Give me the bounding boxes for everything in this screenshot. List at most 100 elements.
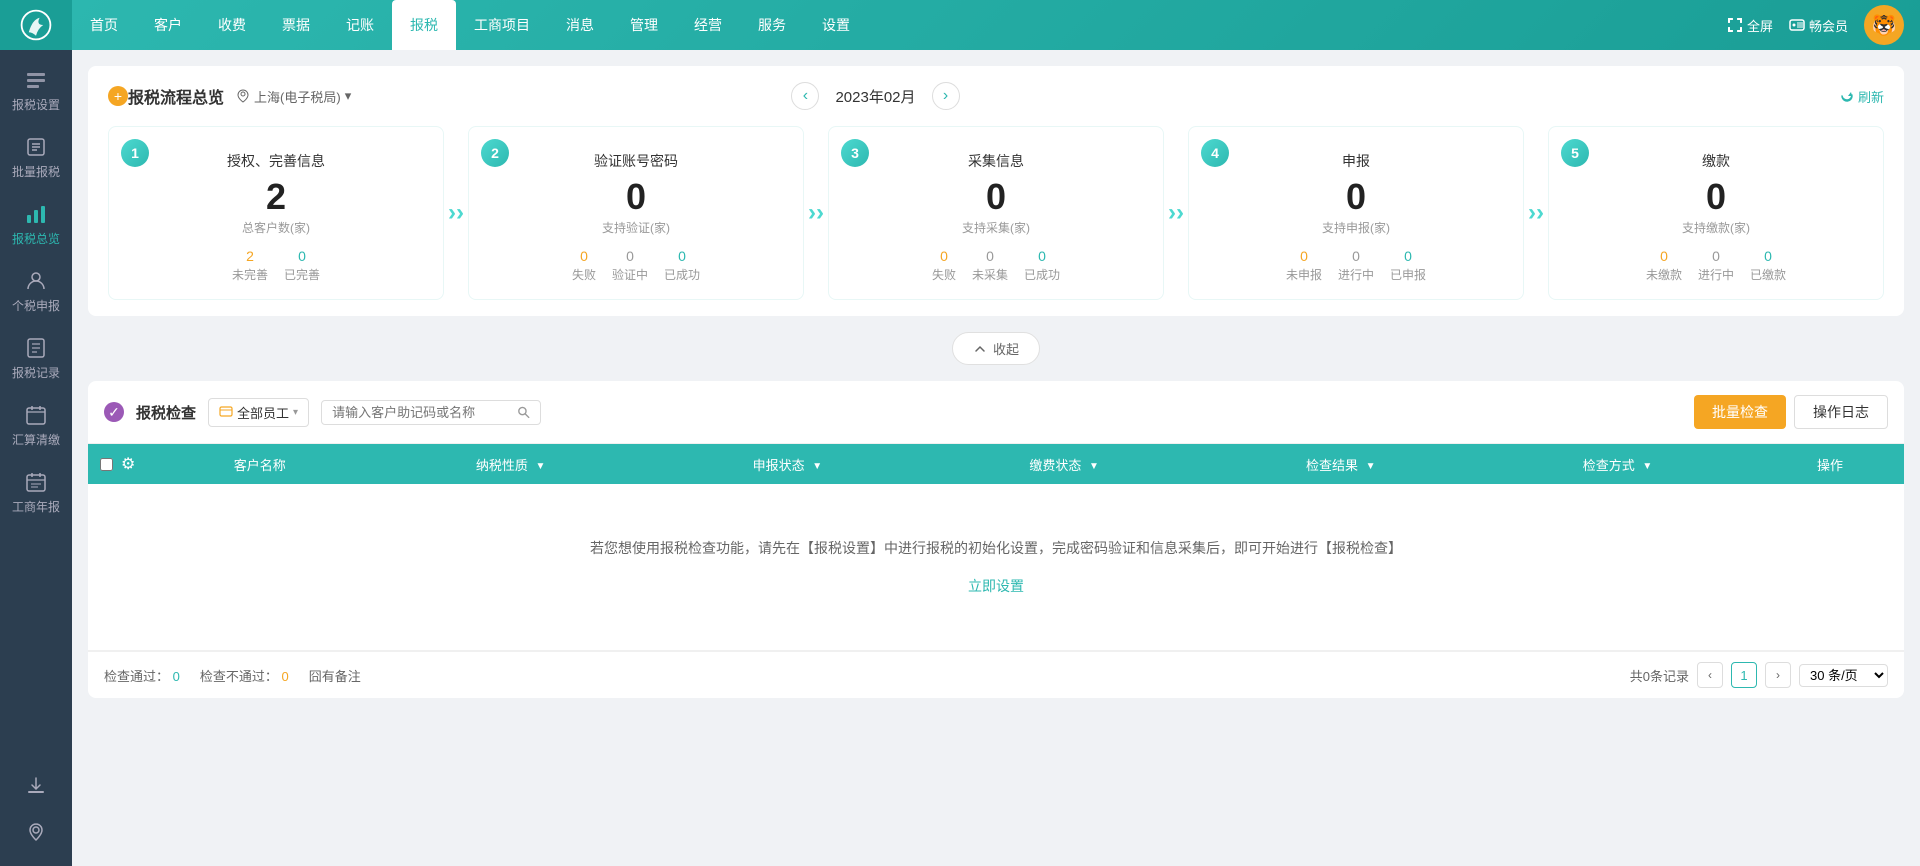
stat-item: 0进行中 xyxy=(1698,248,1734,283)
month-navigation: ‹ 2023年02月 › xyxy=(791,82,959,110)
step-count-1: 0 xyxy=(626,179,646,215)
customer-search-input[interactable] xyxy=(332,405,511,420)
nav-item-报税[interactable]: 报税 xyxy=(392,0,456,50)
step-stats-2: 0失败0未采集0已成功 xyxy=(932,248,1060,283)
step-number-0: 1 xyxy=(121,139,149,167)
step-subtitle-3: 支持申报(家) xyxy=(1322,219,1390,236)
pagination: 共0条记录 ‹ 1 › 30 条/页 50 条/页 100 条/页 xyxy=(1630,662,1888,688)
sidebar-bottom xyxy=(1,764,71,866)
stat-item: 0已申报 xyxy=(1390,248,1426,283)
nav-item-消息[interactable]: 消息 xyxy=(548,0,612,50)
th-actions: 操作 xyxy=(1756,444,1904,484)
sidebar: 报税设置 批量报税 报税总览 个税申报 报税记录 xyxy=(0,50,72,866)
nav-item-首页[interactable]: 首页 xyxy=(72,0,136,50)
step-stats-1: 0失败0验证中0已成功 xyxy=(572,248,700,283)
select-all-checkbox[interactable] xyxy=(100,458,113,471)
collapse-button[interactable]: 收起 xyxy=(952,332,1040,365)
step-subtitle-0: 总客户数(家) xyxy=(242,219,310,236)
step-stats-3: 0未申报0进行中0已申报 xyxy=(1286,248,1426,283)
sidebar-item-download[interactable] xyxy=(1,764,71,808)
tax-check-table-wrapper: ⚙ 客户名称 纳税性质 ▼ 申报状态 ▼ 缴费状态 ▼ 检查结果 ▼ 检查方式 … xyxy=(88,444,1904,651)
current-month: 2023年02月 xyxy=(835,86,915,107)
refresh-button[interactable]: 刷新 xyxy=(1840,87,1884,106)
process-overview-header: + 报税流程总览 上海(电子税局) ▾ ‹ 2023年02月 › 刷新 xyxy=(108,82,1884,110)
stat-item: 0已成功 xyxy=(664,248,700,283)
stat-item: 0未采集 xyxy=(972,248,1008,283)
th-payment-status[interactable]: 缴费状态 ▼ xyxy=(926,444,1203,484)
th-check-method[interactable]: 检查方式 ▼ xyxy=(1479,444,1756,484)
tax-overview-icon xyxy=(24,202,48,226)
process-overview-card: + 报税流程总览 上海(电子税局) ▾ ‹ 2023年02月 › 刷新 xyxy=(88,66,1904,316)
step-title-4: 缴款 xyxy=(1702,151,1730,171)
th-customer-name: 客户名称 xyxy=(147,444,372,484)
step-subtitle-4: 支持缴款(家) xyxy=(1682,219,1750,236)
nav-item-设置[interactable]: 设置 xyxy=(804,0,868,50)
location-text: 上海(电子税局) xyxy=(254,87,341,106)
tax-check-section: ✓ 报税检查 全部员工 ▾ 批量检查 操作日志 xyxy=(88,381,1904,698)
sidebar-item-label: 工商年报 xyxy=(12,498,60,515)
step-subtitle-1: 支持验证(家) xyxy=(602,219,670,236)
nav-item-收费[interactable]: 收费 xyxy=(200,0,264,50)
step-number-1: 2 xyxy=(481,139,509,167)
membership-button[interactable]: 畅会员 xyxy=(1789,16,1848,35)
sidebar-item-location[interactable] xyxy=(1,810,71,854)
sidebar-item-tax-settings[interactable]: 报税设置 xyxy=(1,58,71,123)
step-count-0: 2 xyxy=(266,179,286,215)
employee-filter-selector[interactable]: 全部员工 ▾ xyxy=(208,398,309,427)
column-settings-icon[interactable]: ⚙ xyxy=(121,454,135,474)
step-arrow-3: ›› xyxy=(1164,126,1188,300)
step-subtitle-2: 支持采集(家) xyxy=(962,219,1030,236)
nav-item-服务[interactable]: 服务 xyxy=(740,0,804,50)
step-count-3: 0 xyxy=(1346,179,1366,215)
process-step-1: 2 验证账号密码 0 支持验证(家) 0失败0验证中0已成功 xyxy=(468,126,804,300)
tax-check-header: ✓ 报税检查 全部员工 ▾ 批量检查 操作日志 xyxy=(88,381,1904,444)
next-page-button[interactable]: › xyxy=(1765,662,1791,688)
sidebar-item-batch-tax[interactable]: 批量报税 xyxy=(1,125,71,190)
top-navigation: 首页客户收费票据记账报税工商项目消息管理经营服务设置 全屏 畅会员 🐯 xyxy=(0,0,1920,50)
th-tax-nature[interactable]: 纳税性质 ▼ xyxy=(372,444,649,484)
sidebar-item-tax-overview[interactable]: 报税总览 xyxy=(1,192,71,257)
sidebar-item-annual-report[interactable]: 工商年报 xyxy=(1,460,71,525)
main-content: + 报税流程总览 上海(电子税局) ▾ ‹ 2023年02月 › 刷新 xyxy=(72,50,1920,866)
nav-item-客户[interactable]: 客户 xyxy=(136,0,200,50)
step-title-1: 验证账号密码 xyxy=(594,151,678,171)
sidebar-item-label: 报税设置 xyxy=(12,96,60,113)
search-icon[interactable] xyxy=(517,405,530,419)
nav-item-工商项目[interactable]: 工商项目 xyxy=(456,0,548,50)
per-page-select[interactable]: 30 条/页 50 条/页 100 条/页 xyxy=(1799,664,1888,687)
download-icon xyxy=(24,774,48,798)
sidebar-item-personal-tax[interactable]: 个税申报 xyxy=(1,259,71,324)
process-step-3: 4申报0支持申报(家)0未申报0进行中0已申报 xyxy=(1188,126,1524,300)
prev-month-button[interactable]: ‹ xyxy=(791,82,819,110)
batch-tax-icon xyxy=(24,135,48,159)
sidebar-item-label: 个税申报 xyxy=(12,297,60,314)
nav-item-票据[interactable]: 票据 xyxy=(264,0,328,50)
next-month-button[interactable]: › xyxy=(932,82,960,110)
setup-link[interactable]: 立即设置 xyxy=(968,578,1024,594)
main-layout: 报税设置 批量报税 报税总览 个税申报 报税记录 xyxy=(0,50,1920,866)
location-tag[interactable]: 上海(电子税局) ▾ xyxy=(236,87,351,106)
batch-check-button[interactable]: 批量检查 xyxy=(1694,395,1786,429)
sidebar-item-tax-records[interactable]: 报税记录 xyxy=(1,326,71,391)
app-logo[interactable] xyxy=(0,0,72,50)
fullscreen-button[interactable]: 全屏 xyxy=(1727,16,1773,35)
step-title-2: 采集信息 xyxy=(968,151,1024,171)
membership-label: 畅会员 xyxy=(1809,16,1848,35)
nav-item-记账[interactable]: 记账 xyxy=(328,0,392,50)
step-stats-4: 0未缴款0进行中0已缴款 xyxy=(1646,248,1786,283)
prev-page-button[interactable]: ‹ xyxy=(1697,662,1723,688)
mascot-avatar[interactable]: 🐯 xyxy=(1864,5,1904,45)
tax-check-table: ⚙ 客户名称 纳税性质 ▼ 申报状态 ▼ 缴费状态 ▼ 检查结果 ▼ 检查方式 … xyxy=(88,444,1904,651)
main-menu: 首页客户收费票据记账报税工商项目消息管理经营服务设置 xyxy=(72,0,1727,50)
nav-item-管理[interactable]: 管理 xyxy=(612,0,676,50)
operation-log-button[interactable]: 操作日志 xyxy=(1794,395,1888,429)
process-steps: 1授权、完善信息2总客户数(家)2未完善0已完善››2验证账号密码0支持验证(家… xyxy=(108,126,1884,300)
step-count-2: 0 xyxy=(986,179,1006,215)
th-check-result[interactable]: 检查结果 ▼ xyxy=(1202,444,1479,484)
employee-filter-label: 全部员工 xyxy=(237,403,289,422)
stat-item: 0已缴款 xyxy=(1750,248,1786,283)
sidebar-item-annual-settle[interactable]: 汇算清缴 xyxy=(1,393,71,458)
nav-item-经营[interactable]: 经营 xyxy=(676,0,740,50)
top-nav-right: 全屏 畅会员 🐯 xyxy=(1727,5,1920,45)
th-declaration-status[interactable]: 申报状态 ▼ xyxy=(649,444,926,484)
